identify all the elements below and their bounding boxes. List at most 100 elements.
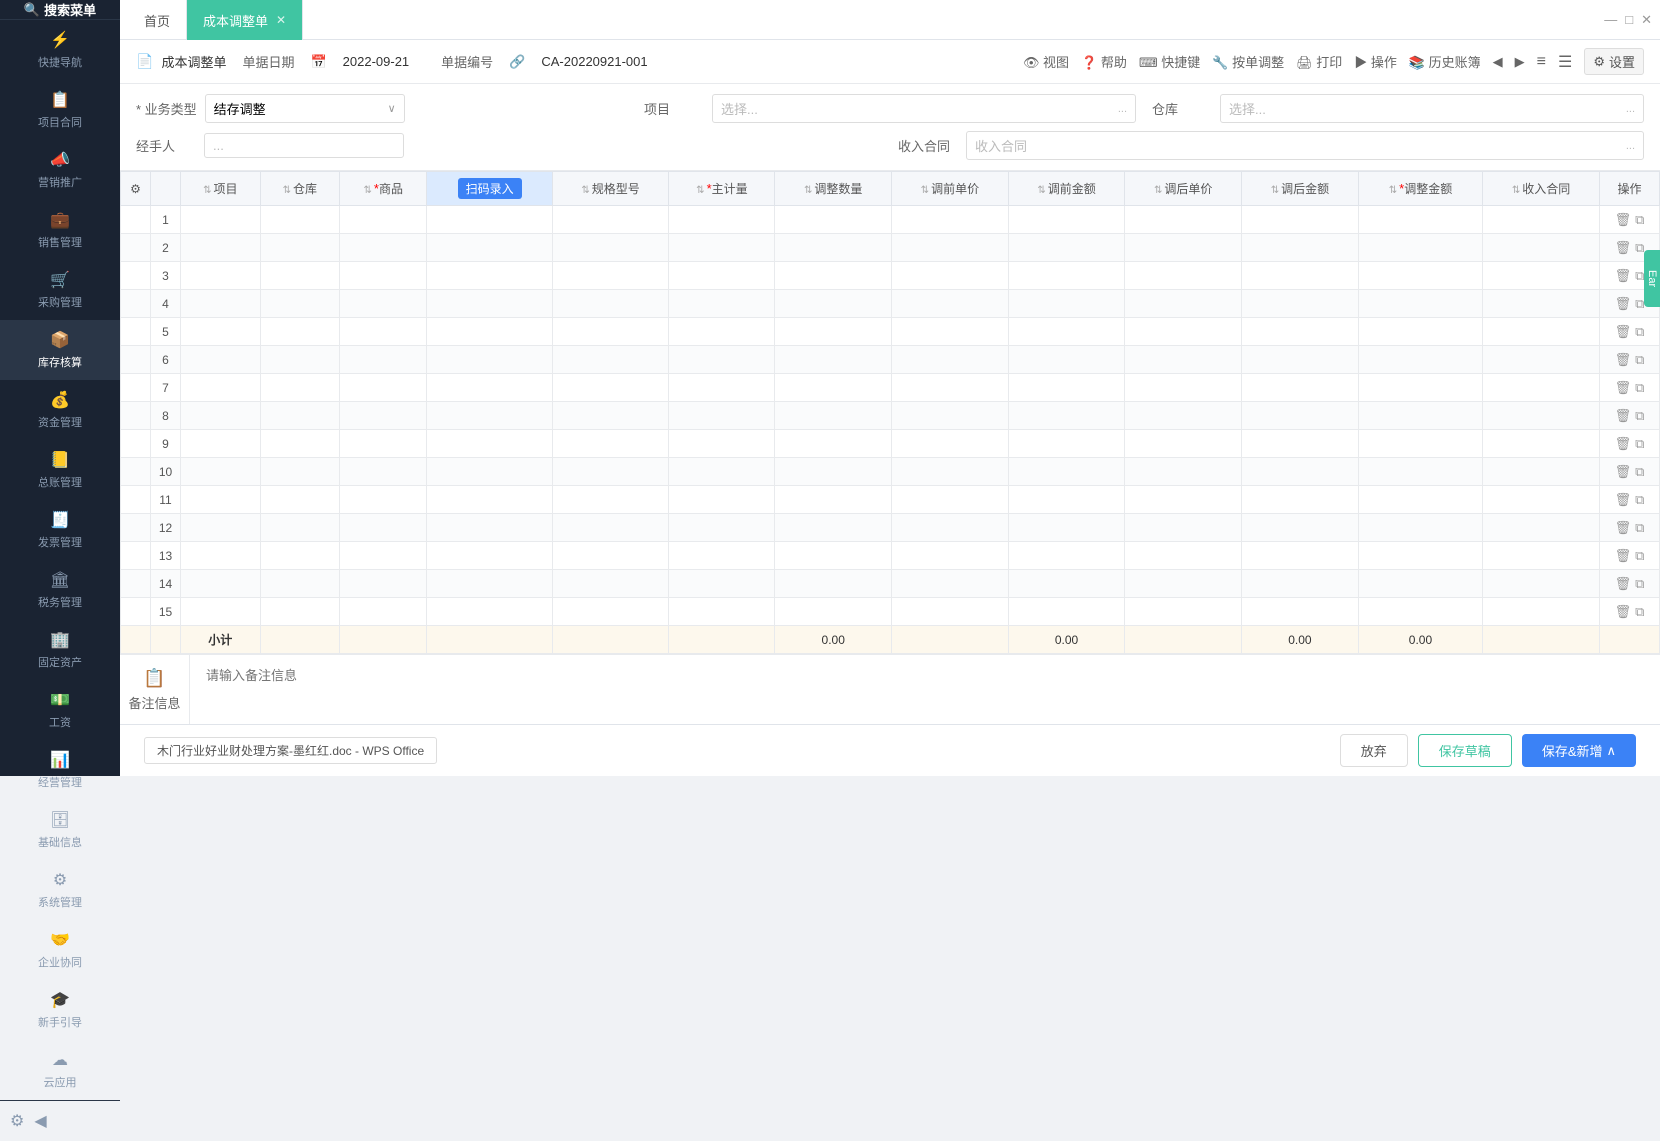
row-after-amount-11[interactable] <box>1242 486 1359 514</box>
row-adjust-amount-7[interactable] <box>1358 374 1483 402</box>
row-after-amount-3[interactable] <box>1242 262 1359 290</box>
row-copy-10[interactable]: ⧉ <box>1635 464 1644 480</box>
row-unit-15[interactable] <box>669 598 775 626</box>
row-spec-13[interactable] <box>552 542 669 570</box>
row-warehouse-8[interactable] <box>260 402 340 430</box>
row-project-5[interactable] <box>181 318 261 346</box>
row-before-price-8[interactable] <box>892 402 1009 430</box>
row-spec-14[interactable] <box>552 570 669 598</box>
row-before-amount-8[interactable] <box>1008 402 1125 430</box>
row-income-contract-14[interactable] <box>1483 570 1600 598</box>
row-before-amount-11[interactable] <box>1008 486 1125 514</box>
row-delete-10[interactable]: 🗑 <box>1615 464 1632 480</box>
row-delete-8[interactable]: 🗑 <box>1615 408 1632 424</box>
row-after-amount-2[interactable] <box>1242 234 1359 262</box>
row-delete-3[interactable]: 🗑 <box>1615 268 1632 284</box>
row-warehouse-14[interactable] <box>260 570 340 598</box>
sidebar-item-invoice-mgmt[interactable]: 🧾发票管理 <box>0 500 120 560</box>
row-project-14[interactable] <box>181 570 261 598</box>
row-product-4[interactable] <box>340 290 427 318</box>
row-before-amount-3[interactable] <box>1008 262 1125 290</box>
row-product-8[interactable] <box>340 402 427 430</box>
row-after-amount-8[interactable] <box>1242 402 1359 430</box>
row-before-amount-14[interactable] <box>1008 570 1125 598</box>
detail-view-btn[interactable]: ☰ <box>1558 52 1572 72</box>
row-after-amount-13[interactable] <box>1242 542 1359 570</box>
row-after-amount-5[interactable] <box>1242 318 1359 346</box>
row-before-price-13[interactable] <box>892 542 1009 570</box>
row-copy-7[interactable]: ⧉ <box>1635 380 1644 396</box>
row-before-price-9[interactable] <box>892 430 1009 458</box>
row-project-13[interactable] <box>181 542 261 570</box>
row-before-amount-6[interactable] <box>1008 346 1125 374</box>
tab-close-cost-adjust[interactable]: ✕ <box>276 13 286 27</box>
row-before-amount-10[interactable] <box>1008 458 1125 486</box>
remarks-input[interactable] <box>190 655 1660 724</box>
row-income-contract-5[interactable] <box>1483 318 1600 346</box>
history-btn[interactable]: 📚 历史账簿 <box>1409 52 1481 71</box>
row-product-6[interactable] <box>340 346 427 374</box>
row-income-contract-12[interactable] <box>1483 514 1600 542</box>
row-project-15[interactable] <box>181 598 261 626</box>
row-spec-8[interactable] <box>552 402 669 430</box>
row-copy-14[interactable]: ⧉ <box>1635 576 1644 592</box>
row-adjust-qty-2[interactable] <box>775 234 892 262</box>
row-project-6[interactable] <box>181 346 261 374</box>
row-product-14[interactable] <box>340 570 427 598</box>
row-scan-8[interactable] <box>427 402 552 430</box>
operation-btn[interactable]: ▶ 操作 <box>1354 52 1397 71</box>
row-scan-7[interactable] <box>427 374 552 402</box>
row-scan-14[interactable] <box>427 570 552 598</box>
row-warehouse-10[interactable] <box>260 458 340 486</box>
row-spec-2[interactable] <box>552 234 669 262</box>
abandon-btn[interactable]: 放弃 <box>1340 734 1408 767</box>
row-before-price-2[interactable] <box>892 234 1009 262</box>
save-new-btn[interactable]: 保存&新增 ∧ <box>1522 734 1636 767</box>
business-type-input[interactable]: 结存调整 ∨ <box>205 94 405 123</box>
sidebar-item-project-contract[interactable]: 📋项目合同 <box>0 80 120 140</box>
row-after-price-8[interactable] <box>1125 402 1242 430</box>
next-btn[interactable]: ▶ <box>1515 54 1525 70</box>
row-unit-12[interactable] <box>669 514 775 542</box>
row-unit-13[interactable] <box>669 542 775 570</box>
row-adjust-qty-15[interactable] <box>775 598 892 626</box>
sidebar-item-purchase-mgmt[interactable]: 🛒采购管理 <box>0 260 120 320</box>
prev-btn[interactable]: ◀ <box>1493 54 1503 70</box>
row-adjust-amount-8[interactable] <box>1358 402 1483 430</box>
tab-cost-adjust[interactable]: 成本调整单✕ <box>187 0 303 40</box>
row-scan-2[interactable] <box>427 234 552 262</box>
row-spec-15[interactable] <box>552 598 669 626</box>
row-before-price-7[interactable] <box>892 374 1009 402</box>
row-before-amount-7[interactable] <box>1008 374 1125 402</box>
sidebar-item-inventory-calc[interactable]: 📦库存核算 <box>0 320 120 380</box>
row-income-contract-4[interactable] <box>1483 290 1600 318</box>
row-after-price-9[interactable] <box>1125 430 1242 458</box>
shortcut-btn[interactable]: ⌨ 快捷键 <box>1139 52 1200 71</box>
row-adjust-amount-3[interactable] <box>1358 262 1483 290</box>
row-income-contract-1[interactable] <box>1483 206 1600 234</box>
row-warehouse-3[interactable] <box>260 262 340 290</box>
row-delete-15[interactable]: 🗑 <box>1615 604 1632 620</box>
check-adjust-btn[interactable]: 🔧 按单调整 <box>1212 52 1284 71</box>
row-adjust-amount-11[interactable] <box>1358 486 1483 514</box>
sidebar-item-ops-mgmt[interactable]: 📊经营管理 <box>0 740 120 800</box>
row-income-contract-13[interactable] <box>1483 542 1600 570</box>
row-delete-13[interactable]: 🗑 <box>1615 548 1632 564</box>
row-unit-9[interactable] <box>669 430 775 458</box>
row-product-5[interactable] <box>340 318 427 346</box>
row-income-contract-15[interactable] <box>1483 598 1600 626</box>
row-product-7[interactable] <box>340 374 427 402</box>
warehouse-input[interactable]: 选择... ... <box>1220 94 1644 123</box>
row-spec-4[interactable] <box>552 290 669 318</box>
row-copy-5[interactable]: ⧉ <box>1635 324 1644 340</box>
row-after-price-2[interactable] <box>1125 234 1242 262</box>
row-spec-3[interactable] <box>552 262 669 290</box>
row-after-price-12[interactable] <box>1125 514 1242 542</box>
row-delete-11[interactable]: 🗑 <box>1615 492 1632 508</box>
row-income-contract-3[interactable] <box>1483 262 1600 290</box>
row-before-price-3[interactable] <box>892 262 1009 290</box>
sidebar-item-tax-mgmt[interactable]: 🏛税务管理 <box>0 560 120 620</box>
tab-home[interactable]: 首页 <box>128 0 187 40</box>
row-before-price-14[interactable] <box>892 570 1009 598</box>
minimize-btn[interactable]: — <box>1604 12 1617 28</box>
